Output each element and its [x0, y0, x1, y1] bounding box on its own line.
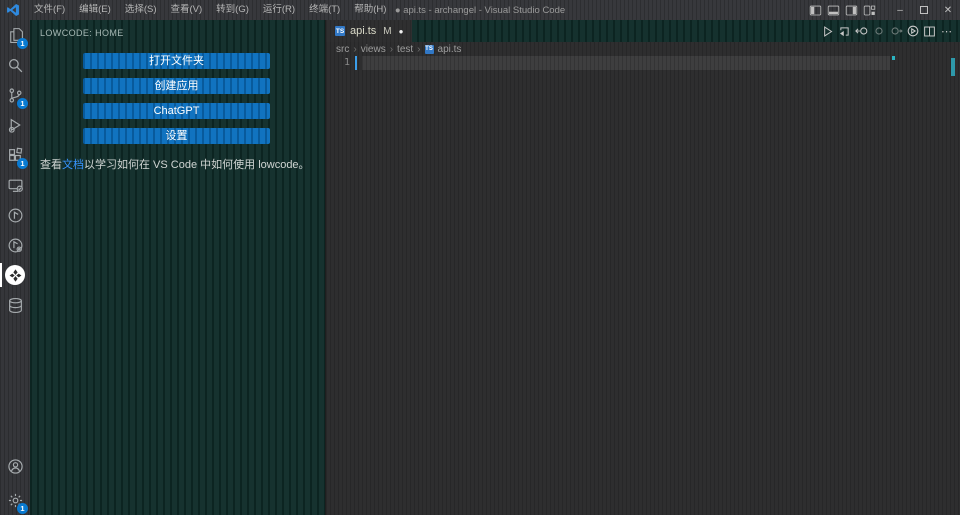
- sidebar-item-remote-explorer[interactable]: [0, 170, 30, 200]
- text-cursor: [355, 56, 357, 70]
- toggle-sidebar-icon[interactable]: [806, 0, 824, 20]
- menu-edit[interactable]: 编辑(E): [72, 0, 118, 20]
- sidebar-panel: LOWCODE: HOME 打开文件夹 创建应用 ChatGPT 设置 查看文档…: [30, 20, 325, 515]
- breadcrumb-src[interactable]: src: [336, 44, 349, 55]
- menu-file[interactable]: 文件(F): [27, 0, 72, 20]
- toggle-panel-icon[interactable]: [824, 0, 842, 20]
- open-folder-button[interactable]: 打开文件夹: [83, 53, 270, 69]
- settings-button[interactable]: 设置: [83, 128, 270, 144]
- run-file-icon[interactable]: [819, 20, 836, 42]
- chevron-right-icon: ›: [353, 43, 357, 55]
- tab-label: api.ts: [350, 25, 377, 37]
- vscode-logo-icon: [7, 4, 19, 16]
- remote-explorer-icon: [8, 179, 23, 192]
- menu-terminal[interactable]: 终端(T): [302, 0, 347, 20]
- help-text-prefix: 查看: [40, 159, 62, 171]
- sidebar-panel-title: LOWCODE: HOME: [40, 28, 124, 38]
- menu-help[interactable]: 帮助(H): [347, 0, 393, 20]
- help-text-suffix: 以学习如何在 VS Code 中如何使用 lowcode。: [84, 159, 310, 171]
- menu-selection[interactable]: 选择(S): [118, 0, 164, 20]
- window-controls-spacer: [878, 0, 888, 20]
- title-bar: 文件(F) 编辑(E) 选择(S) 查看(V) 转到(G) 运行(R) 终端(T…: [0, 0, 960, 20]
- run-debug-icon: [8, 118, 21, 133]
- sidebar-item-explorer[interactable]: 1: [0, 20, 30, 50]
- window-title: ● api.ts - archangel - Visual Studio Cod…: [394, 4, 566, 16]
- code-editor[interactable]: 1: [326, 56, 960, 515]
- create-app-button[interactable]: 创建应用: [83, 78, 270, 94]
- overview-ruler-cursor-mark[interactable]: [951, 58, 955, 76]
- database-icon: [8, 297, 22, 313]
- breadcrumb: src › views › test › TS api.ts: [326, 42, 960, 56]
- account-icon: [7, 458, 23, 474]
- split-editor-icon[interactable]: [921, 20, 938, 42]
- breadcrumb-views[interactable]: views: [361, 44, 386, 55]
- breadcrumb-file[interactable]: api.ts: [438, 44, 462, 55]
- more-actions-icon[interactable]: ⋯: [938, 20, 955, 42]
- sidebar-item-search[interactable]: [0, 50, 30, 80]
- explorer-badge: 1: [17, 38, 28, 49]
- sidebar-item-accounts[interactable]: [0, 451, 30, 481]
- menu-go[interactable]: 转到(G): [209, 0, 256, 20]
- customize-layout-icon[interactable]: [860, 0, 878, 20]
- rerun-icon[interactable]: [836, 20, 853, 42]
- sidebar-item-run-debug[interactable]: [0, 110, 30, 140]
- close-icon[interactable]: ✕: [936, 0, 960, 20]
- typescript-file-icon: TS: [424, 44, 434, 54]
- settings-badge: 1: [17, 503, 28, 514]
- debug-circle-icon[interactable]: [904, 20, 921, 42]
- source-control-badge: 1: [17, 98, 28, 109]
- sidebar-item-database[interactable]: [0, 290, 30, 320]
- typescript-file-icon: TS: [335, 26, 345, 36]
- sidebar-item-lowcode[interactable]: [0, 260, 30, 290]
- restore-icon[interactable]: [912, 0, 936, 20]
- menu-run[interactable]: 运行(R): [256, 0, 302, 20]
- runner-gear-circle-icon: [8, 238, 22, 252]
- navigate-forward-icon[interactable]: [870, 20, 887, 42]
- line-number: 1: [343, 57, 350, 68]
- sidebar-item-runner[interactable]: [0, 200, 30, 230]
- sidebar-item-settings[interactable]: 1: [0, 485, 30, 515]
- docs-link[interactable]: 文档: [62, 159, 84, 171]
- current-line-highlight: [362, 56, 890, 70]
- sidebar-item-source-control[interactable]: 1: [0, 80, 30, 110]
- toggle-secondary-sidebar-icon[interactable]: [842, 0, 860, 20]
- chevron-right-icon: ›: [417, 43, 421, 55]
- activity-bar: 1 1 1 1: [0, 20, 30, 515]
- chatgpt-button[interactable]: ChatGPT: [83, 103, 270, 119]
- breadcrumb-test[interactable]: test: [397, 44, 413, 55]
- editor-toolbar: ⋯: [819, 20, 960, 42]
- extensions-badge: 1: [17, 158, 28, 169]
- help-text: 查看文档以学习如何在 VS Code 中如何使用 lowcode。: [40, 156, 315, 172]
- minimize-icon[interactable]: –: [888, 0, 912, 20]
- tab-bar: TS api.ts M ● ⋯: [326, 20, 960, 42]
- navigate-back-icon[interactable]: [853, 20, 870, 42]
- runner-circle-icon: [8, 208, 22, 222]
- sidebar-button-group: 打开文件夹 创建应用 ChatGPT 设置: [83, 53, 270, 144]
- sidebar-item-runner-settings[interactable]: [0, 230, 30, 260]
- editor-group: TS api.ts M ● ⋯ src › views › test › TS …: [325, 20, 960, 515]
- menu-view[interactable]: 查看(V): [163, 0, 209, 20]
- sidebar-item-extensions[interactable]: 1: [0, 140, 30, 170]
- chevron-right-icon: ›: [389, 43, 394, 55]
- tab-api-ts[interactable]: TS api.ts M ●: [326, 20, 413, 42]
- minimap-cursor-mark: [892, 56, 895, 60]
- dirty-indicator-icon[interactable]: ●: [399, 27, 404, 36]
- search-icon: [8, 58, 22, 72]
- navigate-next-icon[interactable]: [887, 20, 904, 42]
- git-modified-badge: M: [383, 25, 392, 37]
- lowcode-icon: [5, 265, 25, 285]
